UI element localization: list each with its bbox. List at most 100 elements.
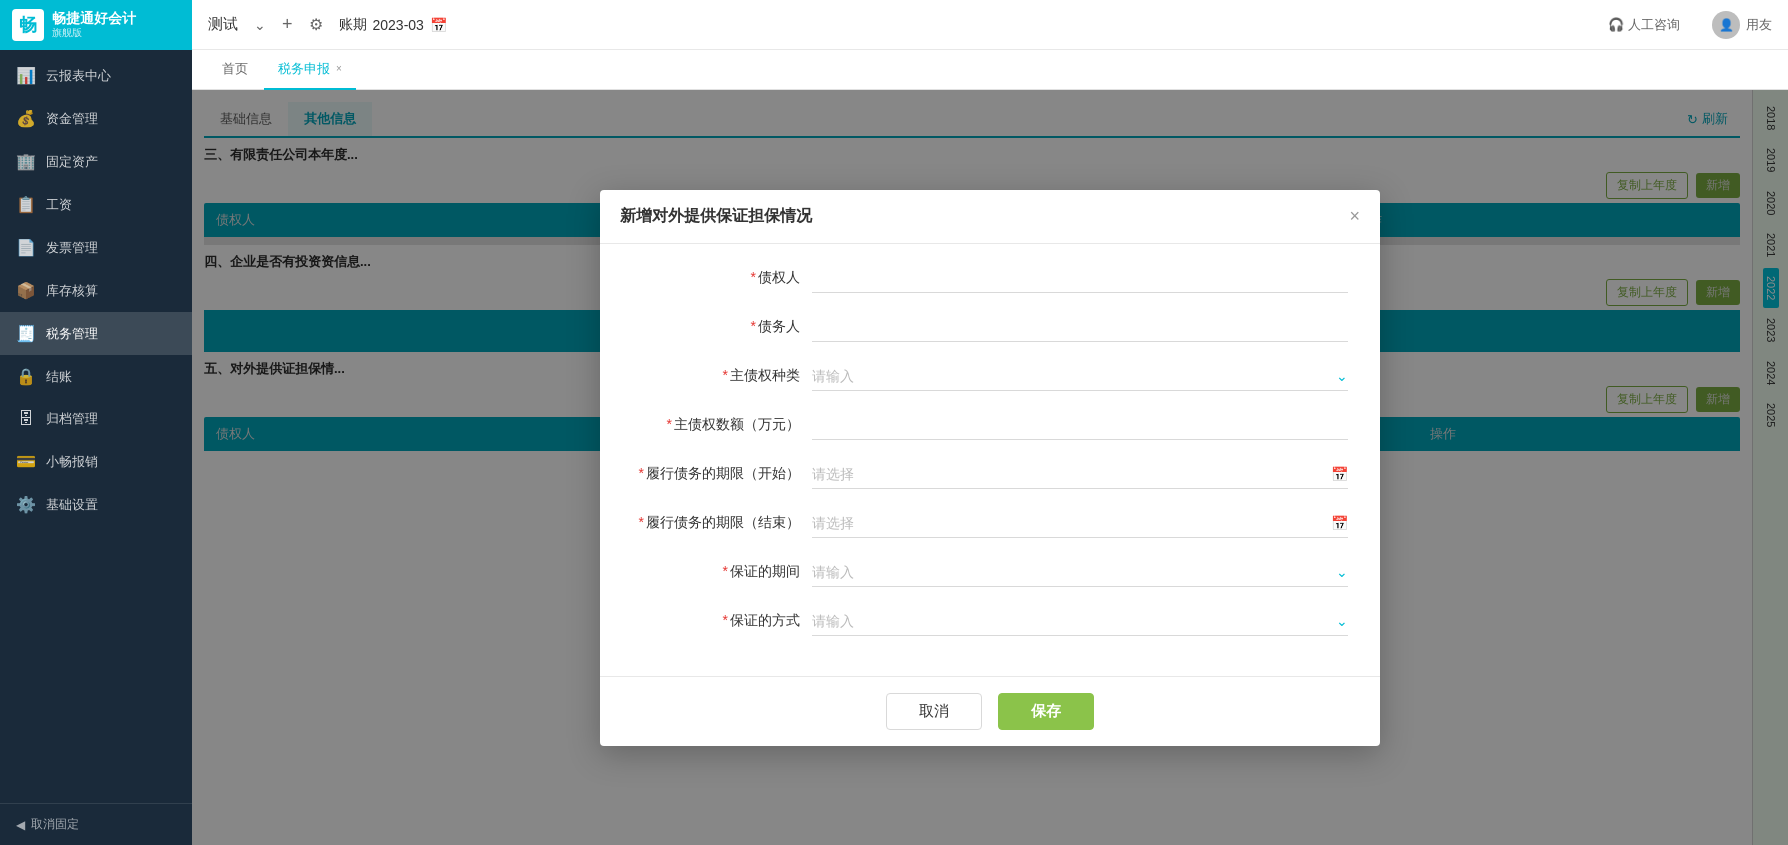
sidebar-item-fund[interactable]: 💰 资金管理 [0, 97, 192, 140]
form-label-debtor: *债务人 [632, 318, 812, 336]
footer-label: 取消固定 [31, 816, 79, 833]
close-icon: 🔒 [16, 367, 36, 386]
salary-icon: 📋 [16, 195, 36, 214]
support-label: 人工咨询 [1628, 16, 1680, 34]
sidebar-item-cloud-report[interactable]: 📊 云报表中心 [0, 54, 192, 97]
footer-arrow-icon: ◀ [16, 818, 25, 832]
form-label-claim-type: *主债权种类 [632, 367, 812, 385]
tab-tax-report[interactable]: 税务申报 × [264, 50, 356, 90]
form-row-creditor: *债权人 [632, 264, 1348, 293]
form-row-claim-amount: *主债权数额（万元） [632, 411, 1348, 440]
gear-icon[interactable]: ⚙ [309, 15, 323, 34]
sidebar-item-invoice[interactable]: 📄 发票管理 [0, 226, 192, 269]
period-start-input[interactable] [812, 460, 1348, 489]
company-selector[interactable]: 测试 [208, 15, 238, 34]
avatar: 👤 [1712, 11, 1740, 39]
sidebar-item-settings[interactable]: ⚙️ 基础设置 [0, 483, 192, 526]
form-input-wrap-guarantee-period: ⌄ [812, 558, 1348, 587]
sidebar-item-inventory[interactable]: 📦 库存核算 [0, 269, 192, 312]
sidebar-item-close[interactable]: 🔒 结账 [0, 355, 192, 398]
form-label-guarantee-period: *保证的期间 [632, 563, 812, 581]
sidebar-item-label: 云报表中心 [46, 67, 111, 85]
form-input-wrap-guarantee-method: ⌄ [812, 607, 1348, 636]
support-button[interactable]: 🎧 人工咨询 [1608, 16, 1680, 34]
sidebar-item-label: 固定资产 [46, 153, 98, 171]
form-row-guarantee-method: *保证的方式 ⌄ [632, 607, 1348, 636]
period-display: 账期 2023-03 📅 [339, 16, 447, 34]
save-button[interactable]: 保存 [998, 693, 1094, 730]
form-label-creditor: *债权人 [632, 269, 812, 287]
form-input-wrap-period-start: 📅 [812, 460, 1348, 489]
main-area: 测试 ⌄ + ⚙ 账期 2023-03 📅 🎧 人工咨询 👤 用友 [192, 0, 1788, 845]
page-content: ↻ 刷新 基础信息 其他信息 三、有限责任公司本年度... [192, 90, 1788, 845]
sidebar-footer[interactable]: ◀ 取消固定 [0, 803, 192, 845]
sidebar-nav: 📊 云报表中心 💰 资金管理 🏢 固定资产 📋 工资 📄 发票管理 📦 [0, 50, 192, 803]
tab-home[interactable]: 首页 [208, 50, 262, 90]
claim-type-input[interactable] [812, 362, 1348, 391]
sidebar-item-label: 基础设置 [46, 496, 98, 514]
tab-close-icon[interactable]: × [336, 63, 342, 74]
tax-icon: 🧾 [16, 324, 36, 343]
sidebar-item-archive[interactable]: 🗄 归档管理 [0, 398, 192, 440]
form-label-period-start: *履行债务的期限（开始） [632, 465, 812, 483]
sidebar-item-label: 税务管理 [46, 325, 98, 343]
form-row-guarantee-period: *保证的期间 ⌄ [632, 558, 1348, 587]
calendar-icon[interactable]: 📅 [430, 17, 447, 33]
modal-footer: 取消 保存 [600, 676, 1380, 746]
sidebar-item-tax[interactable]: 🧾 税务管理 [0, 312, 192, 355]
modal-body: *债权人 *债务人 [600, 244, 1380, 676]
modal-title: 新增对外提供保证担保情况 [620, 206, 812, 227]
expense-icon: 💳 [16, 452, 36, 471]
form-row-period-start: *履行债务的期限（开始） 📅 [632, 460, 1348, 489]
user-menu[interactable]: 👤 用友 [1712, 11, 1772, 39]
sidebar: 畅 畅捷通好会计 旗舰版 📊 云报表中心 💰 资金管理 🏢 固定资产 📋 工资 [0, 0, 192, 845]
sidebar-item-fixed-assets[interactable]: 🏢 固定资产 [0, 140, 192, 183]
period-end-input[interactable] [812, 509, 1348, 538]
sidebar-item-salary[interactable]: 📋 工资 [0, 183, 192, 226]
fund-icon: 💰 [16, 109, 36, 128]
modal-overlay: 新增对外提供保证担保情况 × *债权人 [192, 90, 1788, 845]
form-input-wrap-claim-amount [812, 411, 1348, 440]
tab-home-label: 首页 [222, 60, 248, 78]
sidebar-logo: 畅 畅捷通好会计 旗舰版 [0, 0, 192, 50]
form-row-period-end: *履行债务的期限（结束） 📅 [632, 509, 1348, 538]
sidebar-item-label: 库存核算 [46, 282, 98, 300]
content-area: 首页 税务申报 × ↻ 刷新 [192, 50, 1788, 845]
form-input-wrap-period-end: 📅 [812, 509, 1348, 538]
logo-main: 畅捷通好会计 [52, 10, 136, 27]
sidebar-item-label: 发票管理 [46, 239, 98, 257]
period-label: 账期 [339, 16, 367, 34]
form-row-debtor: *债务人 [632, 313, 1348, 342]
sidebar-item-label: 结账 [46, 368, 72, 386]
modal-dialog: 新增对外提供保证担保情况 × *债权人 [600, 190, 1380, 746]
logo-icon: 畅 [12, 9, 44, 41]
form-label-claim-amount: *主债权数额（万元） [632, 416, 812, 434]
sidebar-item-label: 工资 [46, 196, 72, 214]
logo-sub: 旗舰版 [52, 26, 136, 40]
logo-text: 畅捷通好会计 旗舰版 [52, 10, 136, 41]
cancel-button[interactable]: 取消 [886, 693, 982, 730]
add-button[interactable]: + [282, 14, 293, 35]
tab-bar: 首页 税务申报 × [192, 50, 1788, 90]
guarantee-method-input[interactable] [812, 607, 1348, 636]
sidebar-item-label: 小畅报销 [46, 453, 98, 471]
modal-header: 新增对外提供保证担保情况 × [600, 190, 1380, 244]
form-input-wrap-debtor [812, 313, 1348, 342]
guarantee-period-input[interactable] [812, 558, 1348, 587]
company-chevron-icon[interactable]: ⌄ [254, 17, 266, 33]
modal-close-button[interactable]: × [1349, 207, 1360, 225]
form-row-claim-type: *主债权种类 ⌄ [632, 362, 1348, 391]
claim-amount-input[interactable] [812, 411, 1348, 440]
archive-icon: 🗄 [16, 410, 36, 428]
sidebar-item-expense[interactable]: 💳 小畅报销 [0, 440, 192, 483]
debtor-input[interactable] [812, 313, 1348, 342]
cloud-report-icon: 📊 [16, 66, 36, 85]
invoice-icon: 📄 [16, 238, 36, 257]
headset-icon: 🎧 [1608, 17, 1624, 32]
topbar: 测试 ⌄ + ⚙ 账期 2023-03 📅 🎧 人工咨询 👤 用友 [192, 0, 1788, 50]
form-input-wrap-creditor [812, 264, 1348, 293]
tab-tax-report-label: 税务申报 [278, 60, 330, 78]
settings-icon: ⚙️ [16, 495, 36, 514]
sidebar-item-label: 资金管理 [46, 110, 98, 128]
creditor-input[interactable] [812, 264, 1348, 293]
